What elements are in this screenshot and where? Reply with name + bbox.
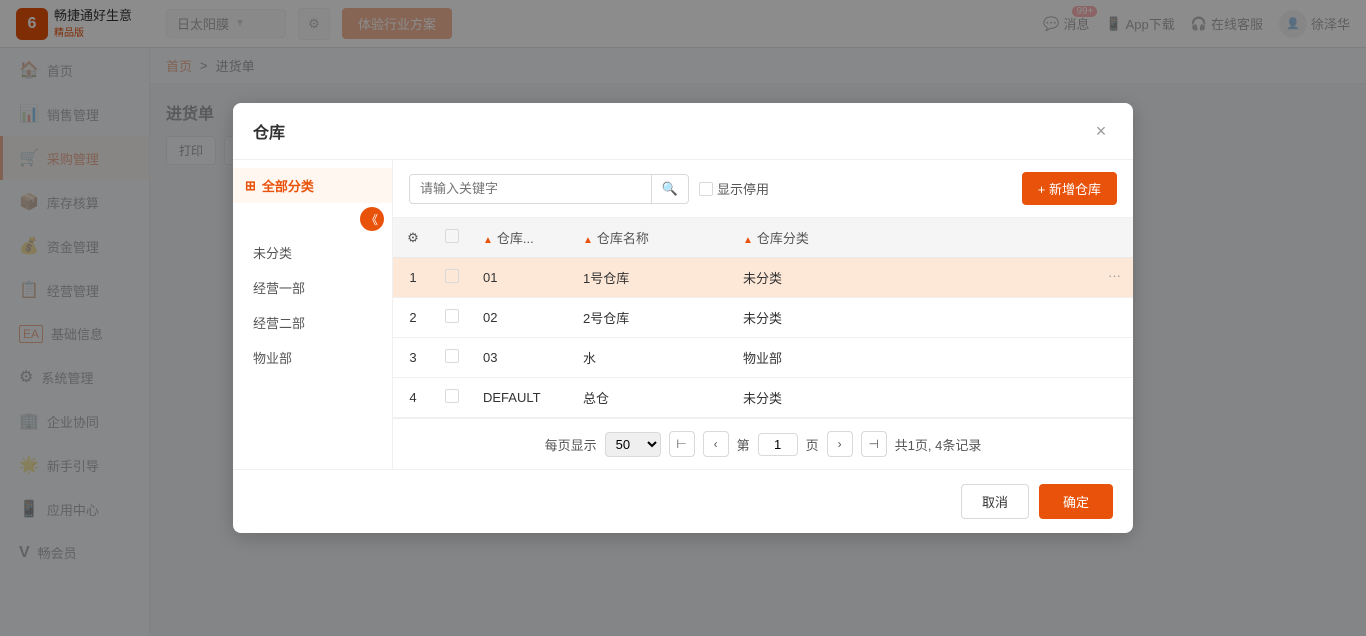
page-label: 第 [737, 435, 750, 454]
grid-icon: ⊞ [245, 178, 256, 194]
row-checkbox-cell[interactable] [433, 338, 471, 378]
collapse-button[interactable]: 《 [360, 207, 384, 231]
table-row[interactable]: 4 DEFAULT 总仓 未分类 [393, 378, 1133, 418]
add-warehouse-button[interactable]: + 新增仓库 [1022, 172, 1117, 205]
row-index: 3 [393, 338, 433, 378]
modal-body: ⊞ 全部分类 《 未分类 经营一部 经营二部 物业部 🔍 [233, 160, 1133, 469]
header-checkbox[interactable] [445, 229, 459, 243]
search-icon[interactable]: 🔍 [651, 175, 688, 203]
sort-icon: ▲ [743, 235, 753, 246]
row-checkbox[interactable] [445, 269, 459, 283]
row-name: 2号仓库 [571, 298, 731, 338]
confirm-button[interactable]: 确定 [1039, 484, 1113, 519]
modal-header: 仓库 × [233, 103, 1133, 160]
show-disabled-checkbox[interactable] [699, 182, 713, 196]
row-code: 01 [471, 258, 571, 298]
pagination-bar: 每页显示 50 100 200 ⊢ ‹ 第 页 › ⊣ 共1页, 4条记录 [393, 418, 1133, 469]
category-all-item[interactable]: ⊞ 全部分类 [233, 168, 392, 203]
row-category: 未分类 [731, 378, 1133, 418]
row-category: 物业部 [731, 338, 1133, 378]
row-index: 1 [393, 258, 433, 298]
more-icon[interactable]: ··· [1108, 268, 1121, 283]
row-name: 总仓 [571, 378, 731, 418]
search-input[interactable] [410, 175, 651, 202]
category-item-dept1[interactable]: 经营一部 [233, 270, 392, 305]
sort-icon: ▲ [483, 235, 493, 246]
row-checkbox-cell[interactable] [433, 258, 471, 298]
row-checkbox[interactable] [445, 349, 459, 363]
row-category: 未分类 [731, 298, 1133, 338]
page-number-input[interactable] [758, 433, 798, 456]
table-row[interactable]: 2 02 2号仓库 未分类 [393, 298, 1133, 338]
table-panel: 🔍 显示停用 + 新增仓库 ⚙ [393, 160, 1133, 469]
row-code: 02 [471, 298, 571, 338]
row-name: 1号仓库 [571, 258, 731, 298]
table-row[interactable]: 1 01 1号仓库 未分类 ··· [393, 258, 1133, 298]
row-checkbox-cell[interactable] [433, 298, 471, 338]
table-row[interactable]: 3 03 水 物业部 [393, 338, 1133, 378]
row-checkbox-cell[interactable] [433, 378, 471, 418]
row-index: 2 [393, 298, 433, 338]
modal-footer: 取消 确定 [233, 469, 1133, 533]
row-category: 未分类 ··· [731, 258, 1133, 298]
col-category: ▲仓库分类 [731, 218, 1133, 258]
total-records: 共1页, 4条记录 [895, 435, 982, 454]
table-header-row: ⚙ ▲仓库... ▲仓库名称 [393, 218, 1133, 258]
prev-page-button[interactable]: ‹ [703, 431, 729, 457]
row-index: 4 [393, 378, 433, 418]
search-wrap: 🔍 [409, 174, 689, 204]
sort-icon: ▲ [583, 235, 593, 246]
row-checkbox[interactable] [445, 389, 459, 403]
category-item-dept2[interactable]: 经营二部 [233, 305, 392, 340]
per-page-select[interactable]: 50 100 200 [605, 432, 661, 457]
row-code: DEFAULT [471, 378, 571, 418]
warehouse-modal: 仓库 × ⊞ 全部分类 《 未分类 经营一部 经营二部 物业部 [233, 103, 1133, 533]
last-page-button[interactable]: ⊣ [861, 431, 887, 457]
show-disabled-label[interactable]: 显示停用 [699, 179, 769, 198]
row-checkbox[interactable] [445, 309, 459, 323]
col-code: ▲仓库... [471, 218, 571, 258]
modal-close-button[interactable]: × [1089, 119, 1113, 143]
first-page-button[interactable]: ⊢ [669, 431, 695, 457]
category-item-property[interactable]: 物业部 [233, 340, 392, 375]
modal-title: 仓库 [253, 119, 285, 143]
category-panel: ⊞ 全部分类 《 未分类 经营一部 经营二部 物业部 [233, 160, 393, 469]
per-page-label: 每页显示 [545, 435, 597, 454]
table-toolbar: 🔍 显示停用 + 新增仓库 [393, 160, 1133, 218]
cancel-button[interactable]: 取消 [961, 484, 1029, 519]
next-page-button[interactable]: › [827, 431, 853, 457]
col-settings: ⚙ [393, 218, 433, 258]
category-item-unclassified[interactable]: 未分类 [233, 235, 392, 270]
data-table: ⚙ ▲仓库... ▲仓库名称 [393, 218, 1133, 418]
col-checkbox [433, 218, 471, 258]
page-unit: 页 [806, 435, 819, 454]
modal-overlay: 仓库 × ⊞ 全部分类 《 未分类 经营一部 经营二部 物业部 [0, 0, 1366, 636]
row-name: 水 [571, 338, 731, 378]
row-code: 03 [471, 338, 571, 378]
col-name: ▲仓库名称 [571, 218, 731, 258]
